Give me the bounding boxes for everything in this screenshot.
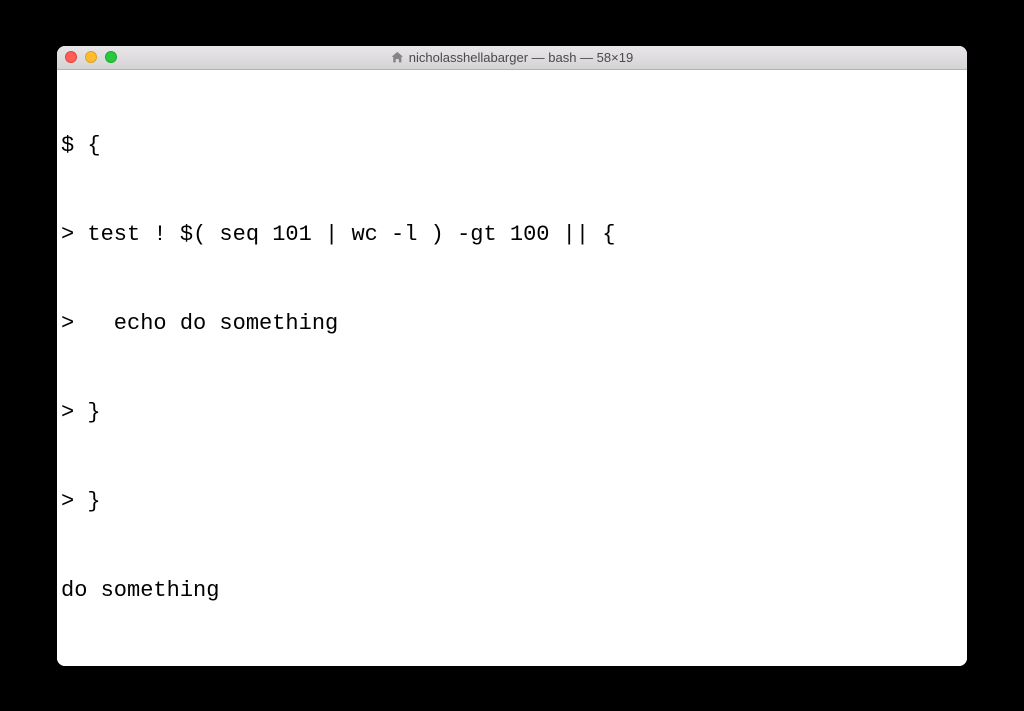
traffic-lights (65, 51, 117, 63)
terminal-line: > } (61, 398, 963, 428)
maximize-button[interactable] (105, 51, 117, 63)
home-icon (391, 51, 404, 64)
terminal-line: $ { (61, 131, 963, 161)
terminal-line: > test ! $( seq 101 | wc -l ) -gt 100 ||… (61, 220, 963, 250)
window-title-text: nicholasshellabarger — bash — 58×19 (409, 50, 633, 65)
close-button[interactable] (65, 51, 77, 63)
window-title-content: nicholasshellabarger — bash — 58×19 (391, 50, 633, 65)
terminal-line: > echo do something (61, 309, 963, 339)
terminal-output-line: do something (61, 576, 963, 606)
terminal-line: > } (61, 487, 963, 517)
terminal-body[interactable]: $ { > test ! $( seq 101 | wc -l ) -gt 10… (57, 70, 967, 666)
window-titlebar: nicholasshellabarger — bash — 58×19 (57, 46, 967, 70)
minimize-button[interactable] (85, 51, 97, 63)
terminal-window: nicholasshellabarger — bash — 58×19 $ { … (57, 46, 967, 666)
